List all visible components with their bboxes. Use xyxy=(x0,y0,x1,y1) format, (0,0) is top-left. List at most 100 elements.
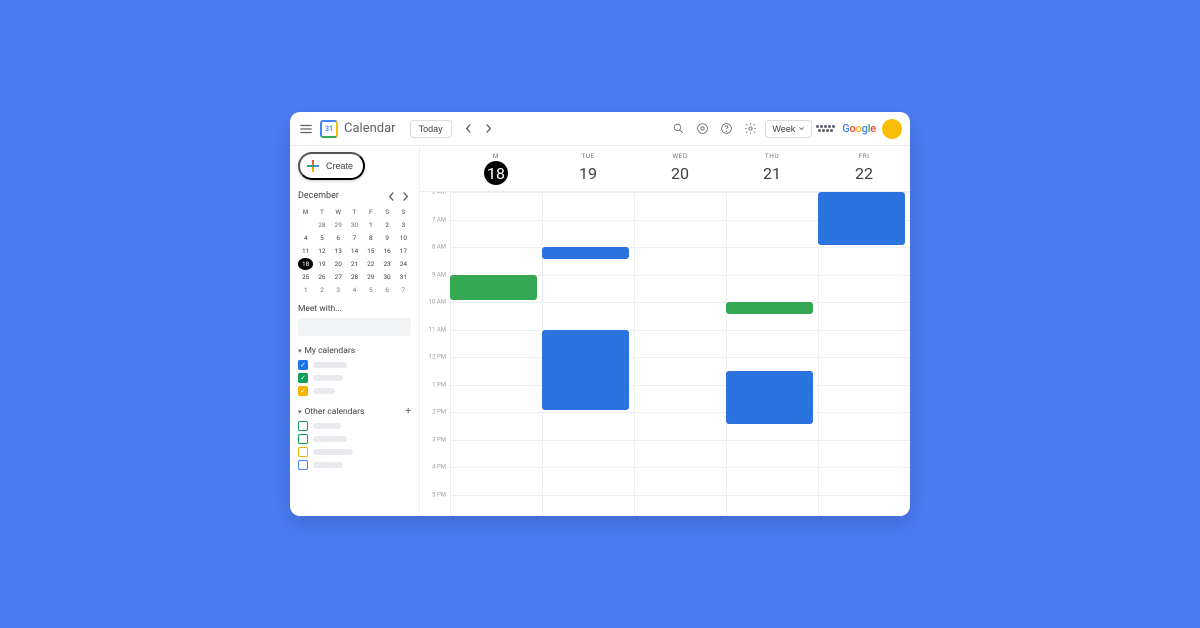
add-other-calendar-button[interactable]: + xyxy=(405,406,411,417)
app-header: 31 Calendar Today Week xyxy=(290,112,910,146)
meet-with-input[interactable] xyxy=(298,318,411,336)
mini-day-cell[interactable]: 2 xyxy=(379,219,394,231)
day-dow-label: THU xyxy=(765,152,779,160)
mini-day-cell[interactable]: 16 xyxy=(379,245,394,257)
hour-label: 5 PM xyxy=(432,491,446,498)
calendar-name-placeholder xyxy=(313,462,343,468)
mini-day-cell[interactable]: 17 xyxy=(396,245,411,257)
calendar-list-item[interactable] xyxy=(298,421,411,431)
calendar-list-item[interactable] xyxy=(298,447,411,457)
calendar-slots[interactable] xyxy=(450,192,910,516)
calendar-event[interactable] xyxy=(818,192,905,245)
hamburger-icon xyxy=(299,122,313,136)
mini-day-cell[interactable]: 7 xyxy=(396,284,411,296)
mini-day-cell[interactable]: 13 xyxy=(331,245,346,257)
mini-day-cell[interactable]: 19 xyxy=(314,258,329,270)
mini-day-cell[interactable]: 7 xyxy=(347,232,362,244)
mini-day-cell[interactable]: 20 xyxy=(331,258,346,270)
calendar-checkbox[interactable] xyxy=(298,421,308,431)
mini-day-cell[interactable]: 12 xyxy=(314,245,329,257)
main-menu-button[interactable] xyxy=(296,119,316,139)
help-button[interactable] xyxy=(715,118,737,140)
create-button[interactable]: Create xyxy=(298,152,365,180)
day-header[interactable]: WED20 xyxy=(634,152,726,191)
account-avatar[interactable] xyxy=(882,119,902,139)
calendar-event[interactable] xyxy=(450,275,537,301)
calendar-list-item[interactable] xyxy=(298,460,411,470)
mini-day-cell[interactable]: 24 xyxy=(396,258,411,270)
calendar-event[interactable] xyxy=(726,302,813,314)
mini-day-cell[interactable] xyxy=(298,219,313,231)
mini-day-cell[interactable]: 9 xyxy=(379,232,394,244)
calendar-event[interactable] xyxy=(726,371,813,424)
mini-day-cell[interactable]: 2 xyxy=(314,284,329,296)
my-calendars-header[interactable]: ▾ My calendars xyxy=(298,346,411,356)
mini-day-cell[interactable]: 25 xyxy=(298,271,313,283)
calendar-list-item[interactable] xyxy=(298,434,411,444)
mini-day-cell[interactable]: 3 xyxy=(396,219,411,231)
mini-day-cell[interactable]: 6 xyxy=(331,232,346,244)
calendar-checkbox[interactable] xyxy=(298,447,308,457)
google-apps-button[interactable] xyxy=(814,118,836,140)
mini-day-cell[interactable]: 18 xyxy=(298,258,313,270)
hour-label: 1 PM xyxy=(432,381,446,388)
day-header[interactable]: FRI22 xyxy=(818,152,910,191)
mini-dow: W xyxy=(331,206,346,218)
mini-day-cell[interactable]: 5 xyxy=(314,232,329,244)
calendar-event[interactable] xyxy=(542,330,629,411)
calendar-checkbox[interactable] xyxy=(298,373,308,383)
day-header[interactable]: TUE19 xyxy=(542,152,634,191)
support-button[interactable] xyxy=(691,118,713,140)
mini-day-cell[interactable]: 14 xyxy=(347,245,362,257)
mini-day-cell[interactable]: 10 xyxy=(396,232,411,244)
mini-dow: S xyxy=(379,206,394,218)
mini-day-cell[interactable]: 5 xyxy=(363,284,378,296)
calendar-event[interactable] xyxy=(542,247,629,259)
mini-day-cell[interactable]: 29 xyxy=(331,219,346,231)
mini-day-cell[interactable]: 1 xyxy=(298,284,313,296)
calendar-list-item[interactable] xyxy=(298,373,411,383)
hour-label: 9 AM xyxy=(432,271,446,278)
prev-week-button[interactable] xyxy=(462,122,476,136)
mini-day-cell[interactable]: 28 xyxy=(347,271,362,283)
mini-day-cell[interactable]: 4 xyxy=(298,232,313,244)
mini-day-cell[interactable]: 21 xyxy=(347,258,362,270)
day-header[interactable]: THU21 xyxy=(726,152,818,191)
sidebar: Create December MTWTFSS28293012345678910… xyxy=(290,146,420,516)
mini-day-cell[interactable]: 30 xyxy=(379,271,394,283)
mini-day-cell[interactable]: 4 xyxy=(347,284,362,296)
next-week-button[interactable] xyxy=(482,122,496,136)
mini-calendar[interactable]: MTWTFSS282930123456789101112131415161718… xyxy=(298,206,411,296)
calendar-checkbox[interactable] xyxy=(298,386,308,396)
calendar-list-item[interactable] xyxy=(298,386,411,396)
calendar-checkbox[interactable] xyxy=(298,434,308,444)
day-header[interactable]: M18 xyxy=(450,152,542,191)
other-calendars-header[interactable]: ▾ Other calendars + xyxy=(298,406,411,417)
mini-day-cell[interactable]: 3 xyxy=(331,284,346,296)
mini-day-cell[interactable]: 31 xyxy=(396,271,411,283)
search-icon xyxy=(672,122,685,135)
search-button[interactable] xyxy=(667,118,689,140)
today-button[interactable]: Today xyxy=(410,120,452,138)
mini-day-cell[interactable]: 11 xyxy=(298,245,313,257)
mini-prev-month-button[interactable] xyxy=(385,190,397,202)
mini-day-cell[interactable]: 27 xyxy=(331,271,346,283)
calendar-list-item[interactable] xyxy=(298,360,411,370)
mini-day-cell[interactable]: 30 xyxy=(347,219,362,231)
mini-day-cell[interactable]: 26 xyxy=(314,271,329,283)
mini-day-cell[interactable]: 1 xyxy=(363,219,378,231)
calendar-checkbox[interactable] xyxy=(298,460,308,470)
mini-day-cell[interactable]: 6 xyxy=(379,284,394,296)
calendar-checkbox[interactable] xyxy=(298,360,308,370)
mini-day-cell[interactable]: 15 xyxy=(363,245,378,257)
mini-day-cell[interactable]: 22 xyxy=(363,258,378,270)
support-icon xyxy=(696,122,709,135)
mini-day-cell[interactable]: 29 xyxy=(363,271,378,283)
other-calendars-label: Other calendars xyxy=(305,407,365,417)
mini-next-month-button[interactable] xyxy=(399,190,411,202)
settings-button[interactable] xyxy=(739,118,761,140)
mini-day-cell[interactable]: 28 xyxy=(314,219,329,231)
view-select[interactable]: Week xyxy=(765,120,812,138)
mini-day-cell[interactable]: 23 xyxy=(379,258,394,270)
mini-day-cell[interactable]: 8 xyxy=(363,232,378,244)
